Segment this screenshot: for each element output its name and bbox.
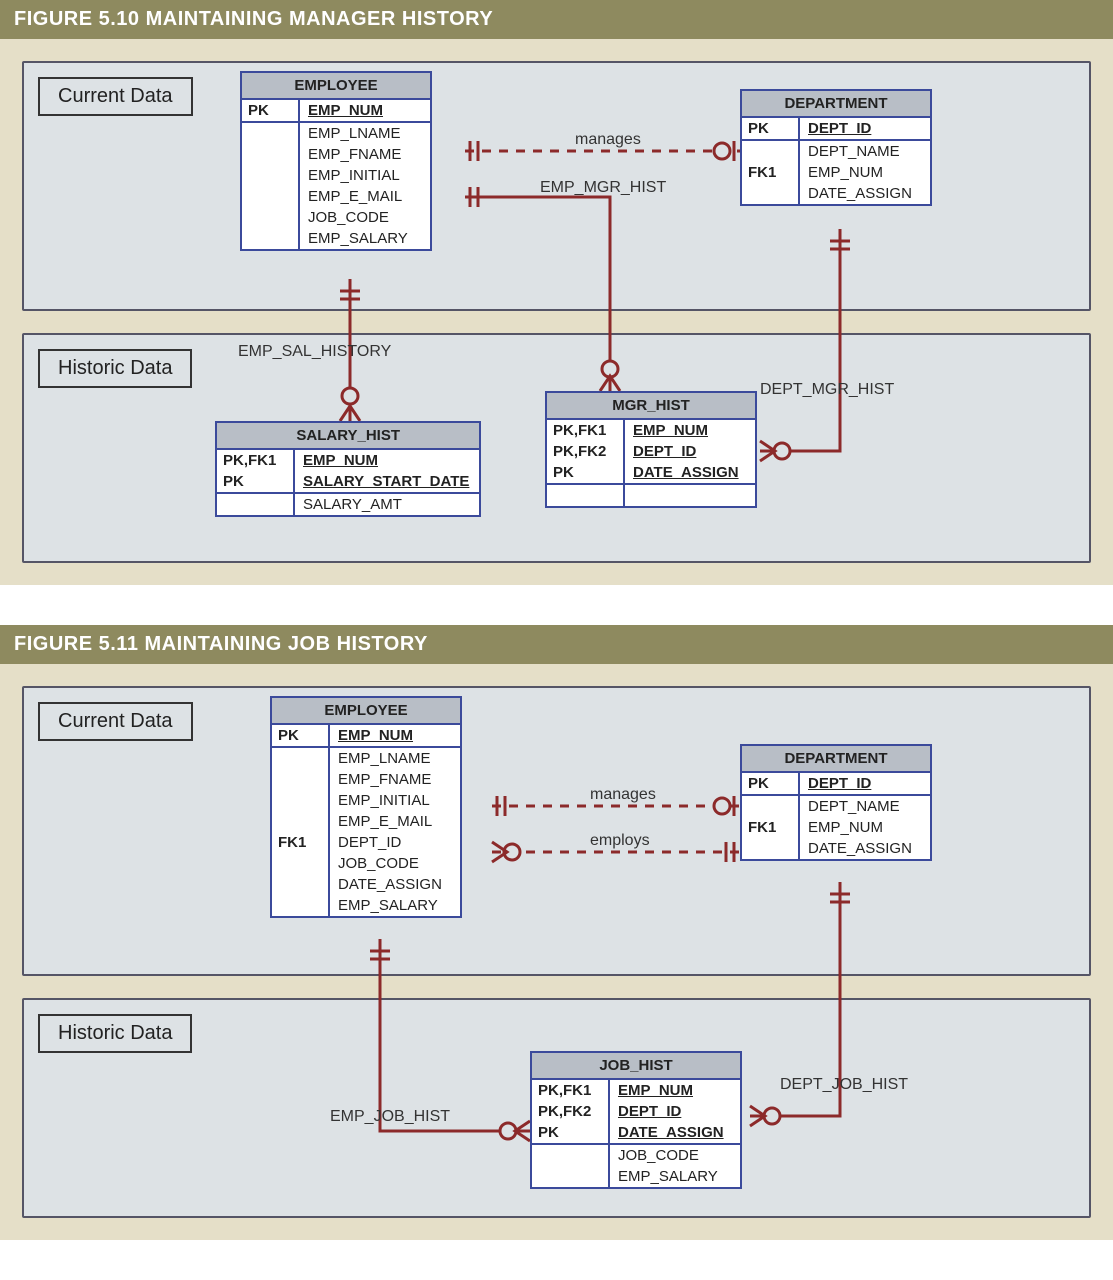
entity-pk-section: PK EMP_NUM [242, 100, 430, 123]
figure-title: FIGURE 5.10 MAINTAINING MANAGER HISTORY [0, 0, 1113, 39]
entity-employee: EMPLOYEE PKEMP_NUM EMP_LNAME EMP_FNAME E… [270, 696, 462, 918]
figure-body: Current Data EMPLOYEE PKEMP_NUM EMP_LNAM… [0, 664, 1113, 1240]
rel-manages: manages [575, 131, 641, 149]
rel-emp-mgr-hist: EMP_MGR_HIST [540, 179, 666, 197]
entity-mgr-hist: MGR_HIST PK,FK1EMP_NUM PK,FK2DEPT_ID PKD… [545, 391, 757, 508]
figure-body: Current Data EMPLOYEE PK EMP_NUM EMP_LNA… [0, 39, 1113, 585]
rel-emp-job-hist: EMP_JOB_HIST [330, 1108, 450, 1126]
rel-manages: manages [590, 786, 656, 804]
entity-department: DEPARTMENT PKDEPT_ID DEPT_NAME FK1EMP_NU… [740, 744, 932, 861]
figure-title: FIGURE 5.11 MAINTAINING JOB HISTORY [0, 625, 1113, 664]
rel-dept-mgr-hist: DEPT_MGR_HIST [760, 381, 894, 399]
figure-5-11: FIGURE 5.11 MAINTAINING JOB HISTORY Curr… [0, 625, 1113, 1240]
panel-label-historic: Historic Data [38, 349, 192, 388]
panel-historic-data: Historic Data EMP_SAL_HISTORY DEPT_MGR_H… [22, 333, 1091, 563]
panel-current-data: Current Data EMPLOYEE PK EMP_NUM EMP_LNA… [22, 61, 1091, 311]
rel-emp-sal-history: EMP_SAL_HISTORY [238, 343, 391, 361]
entity-department: DEPARTMENT PK DEPT_ID DEPT_NAME FK1EMP_N… [740, 89, 932, 206]
figure-5-10: FIGURE 5.10 MAINTAINING MANAGER HISTORY … [0, 0, 1113, 585]
entity-salary-hist: SALARY_HIST PK,FK1EMP_NUM PKSALARY_START… [215, 421, 481, 517]
entity-job-hist: JOB_HIST PK,FK1EMP_NUM PK,FK2DEPT_ID PKD… [530, 1051, 742, 1189]
panel-current-data: Current Data EMPLOYEE PKEMP_NUM EMP_LNAM… [22, 686, 1091, 976]
panel-label-historic: Historic Data [38, 1014, 192, 1053]
rel-dept-job-hist: DEPT_JOB_HIST [780, 1076, 908, 1094]
key-label: PK [242, 100, 300, 121]
entity-employee: EMPLOYEE PK EMP_NUM EMP_LNAME EMP_FNAME … [240, 71, 432, 251]
pk-attr: EMP_NUM [300, 100, 430, 121]
entity-title: EMPLOYEE [242, 73, 430, 100]
panel-historic-data: Historic Data JOB_HIST PK,FK1EMP_NUM PK,… [22, 998, 1091, 1218]
panel-label-current: Current Data [38, 702, 193, 741]
entity-attr-section: EMP_LNAME EMP_FNAME EMP_INITIAL EMP_E_MA… [242, 123, 430, 249]
panel-label-current: Current Data [38, 77, 193, 116]
entity-title: DEPARTMENT [742, 91, 930, 118]
rel-employs: employs [590, 832, 650, 850]
